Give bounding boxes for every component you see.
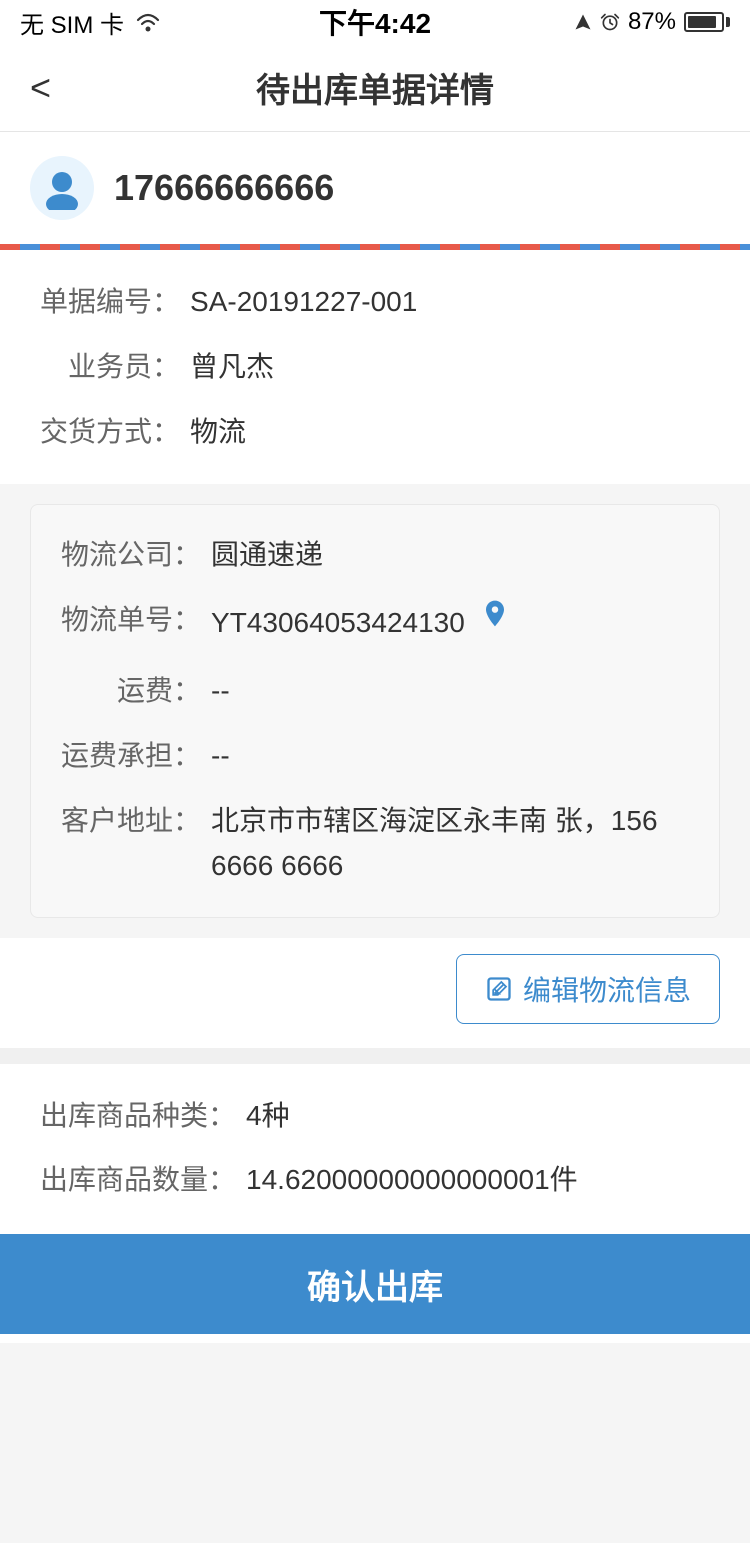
status-right: 87% — [574, 8, 730, 36]
address-label: 客户地址： — [61, 799, 201, 844]
alarm-icon — [600, 12, 620, 32]
separator — [0, 1048, 750, 1064]
edit-logistics-button[interactable]: 编辑物流信息 — [456, 954, 720, 1024]
freight-bear-row: 运费承担： -- — [61, 734, 689, 779]
freight-value: -- — [211, 669, 689, 714]
logistics-company-value: 圆通速递 — [211, 533, 689, 578]
salesman-value: 曾凡杰 — [190, 345, 710, 390]
status-bar: 无 SIM 卡 下午4:42 87% — [0, 0, 750, 44]
edit-logistics-area: 编辑物流信息 — [0, 938, 750, 1048]
delivery-value: 物流 — [190, 410, 710, 455]
tracking-label: 物流单号： — [61, 598, 201, 643]
delivery-row: 交货方式： 物流 — [40, 410, 710, 455]
goods-types-row: 出库商品种类： 4种 — [40, 1094, 710, 1139]
goods-quantity-label: 出库商品数量： — [40, 1158, 236, 1203]
goods-quantity-row: 出库商品数量： 14.62000000000000001件 — [40, 1158, 710, 1203]
freight-row: 运费： -- — [61, 669, 689, 714]
user-header: 17666666666 — [0, 132, 750, 244]
location-arrow-icon — [574, 13, 592, 31]
tracking-location-icon[interactable] — [479, 598, 511, 649]
goods-types-label: 出库商品种类： — [40, 1094, 236, 1139]
salesman-label: 业务员： — [40, 345, 180, 390]
logistics-company-row: 物流公司： 圆通速递 — [61, 533, 689, 578]
tracking-value: YT43064053424130 — [211, 601, 465, 646]
status-time: 下午4:42 — [319, 2, 431, 42]
avatar-icon — [40, 166, 84, 210]
freight-label: 运费： — [61, 669, 201, 714]
document-no-row: 单据编号： SA-20191227-001 — [40, 280, 710, 325]
avatar — [30, 156, 94, 220]
logistics-company-label: 物流公司： — [61, 533, 201, 578]
address-value: 北京市市辖区海淀区永丰南 张，156 6666 6666 — [211, 799, 689, 889]
tracking-value-row: YT43064053424130 — [211, 598, 689, 649]
user-phone: 17666666666 — [114, 167, 334, 209]
edit-logistics-label: 编辑物流信息 — [523, 969, 691, 1009]
delivery-label: 交货方式： — [40, 410, 180, 455]
document-no-label: 单据编号： — [40, 280, 180, 325]
freight-bear-value: -- — [211, 734, 689, 779]
confirm-button-label: 确认出库 — [307, 1260, 443, 1309]
battery-icon — [684, 12, 730, 32]
page-title: 待出库单据详情 — [256, 63, 494, 112]
goods-quantity-value: 14.62000000000000001件 — [246, 1158, 710, 1203]
tracking-row: 物流单号： YT43064053424130 — [61, 598, 689, 649]
carrier-text: 无 SIM 卡 — [20, 5, 124, 40]
confirm-button[interactable]: 确认出库 — [0, 1234, 750, 1334]
back-button[interactable]: < — [30, 67, 51, 109]
logistics-section: 物流公司： 圆通速递 物流单号： YT43064053424130 运费： --… — [30, 504, 720, 917]
salesman-row: 业务员： 曾凡杰 — [40, 345, 710, 390]
goods-section: 出库商品种类： 4种 出库商品数量： 14.62000000000000001件 — [0, 1064, 750, 1234]
document-no-value: SA-20191227-001 — [190, 280, 710, 325]
edit-icon — [485, 975, 513, 1003]
freight-bear-label: 运费承担： — [61, 734, 201, 779]
basic-info-section: 单据编号： SA-20191227-001 业务员： 曾凡杰 交货方式： 物流 — [0, 250, 750, 484]
bottom-spacer — [0, 1343, 750, 1543]
status-left: 无 SIM 卡 — [20, 5, 162, 40]
goods-types-value: 4种 — [246, 1094, 710, 1139]
wifi-icon — [134, 12, 162, 32]
nav-bar: < 待出库单据详情 — [0, 44, 750, 132]
address-row: 客户地址： 北京市市辖区海淀区永丰南 张，156 6666 6666 — [61, 799, 689, 889]
battery-percent: 87% — [628, 8, 676, 36]
